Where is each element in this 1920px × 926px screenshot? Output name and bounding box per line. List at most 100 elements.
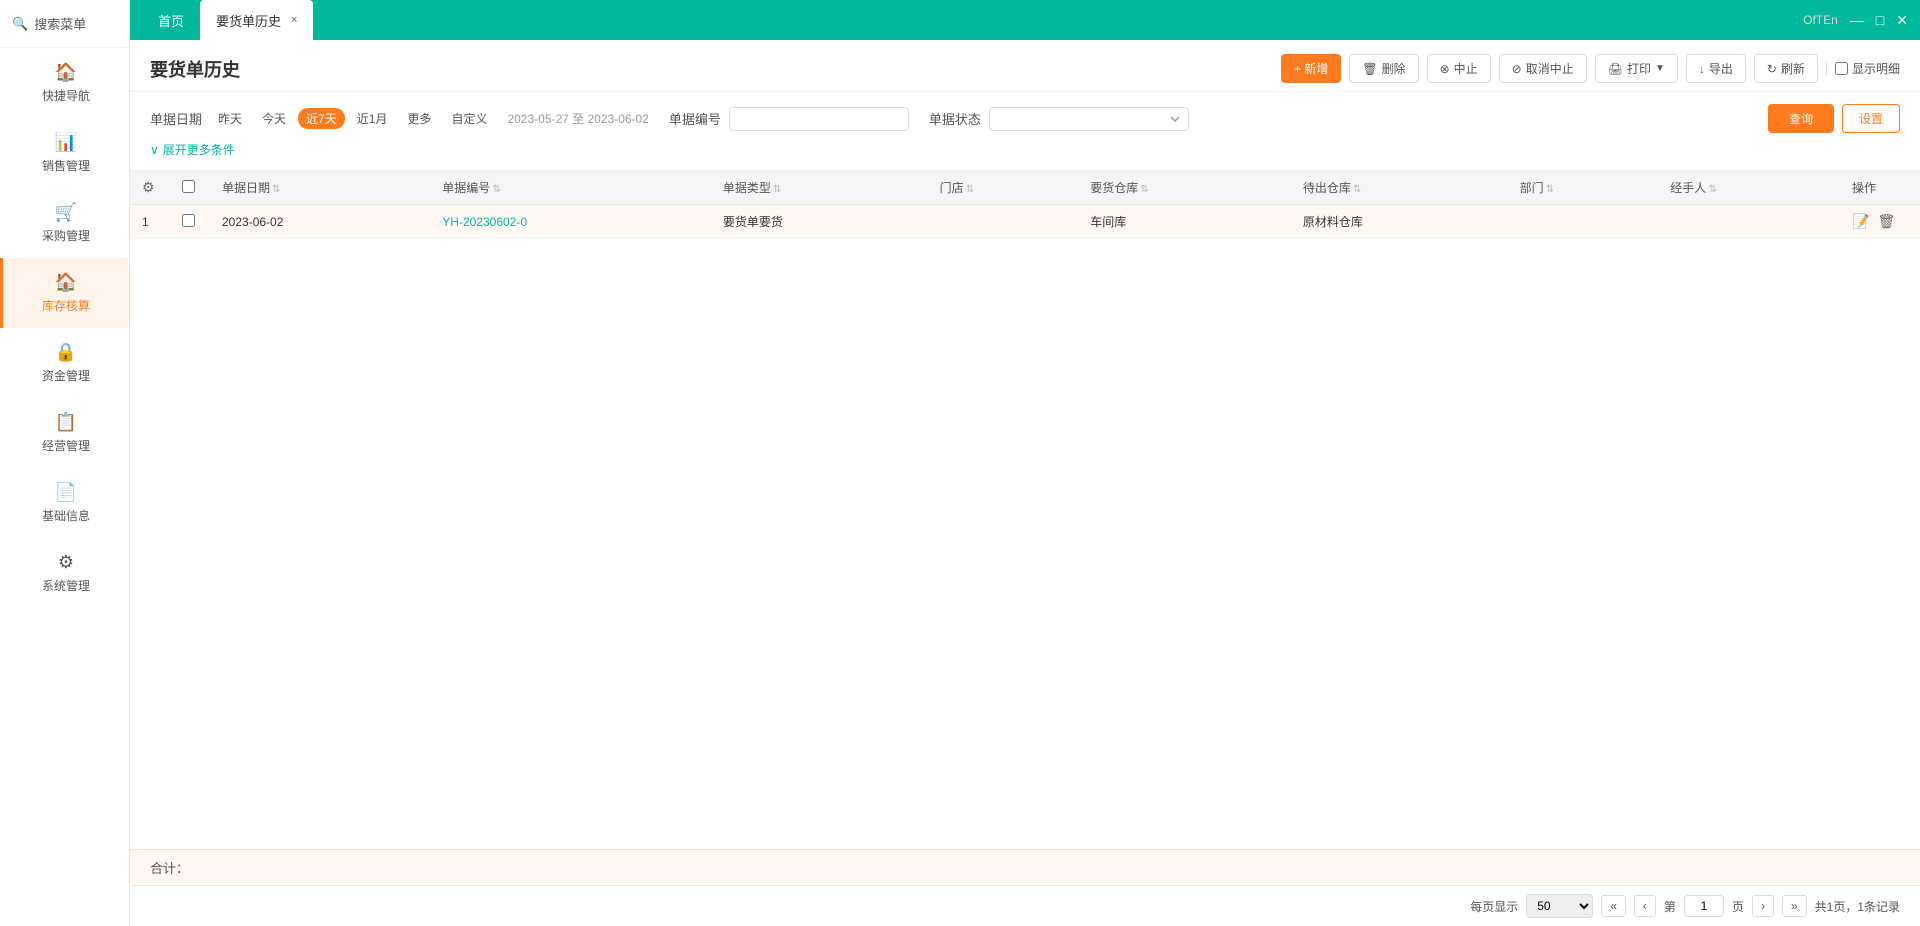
sidebar-item-sales[interactable]: 📊 销售管理 (0, 118, 129, 188)
filter-row-2: ∨ 展开更多条件 (150, 141, 1900, 158)
page-number-input[interactable] (1684, 895, 1724, 917)
sidebar-search-label: 搜索菜单 (34, 14, 86, 33)
sort-icon-bill-type: ⇅ (773, 184, 781, 195)
th-gear[interactable]: ⚙ (130, 171, 170, 205)
row-checkbox[interactable] (182, 214, 195, 227)
th-store[interactable]: 门店⇅ (928, 171, 1079, 205)
th-req-warehouse[interactable]: 要货仓库⇅ (1078, 171, 1291, 205)
filter-action-buttons: 查询 设置 (1768, 104, 1900, 133)
tab-home[interactable]: 首页 (142, 0, 200, 40)
print-button[interactable]: 🖨 打印 ▼ (1595, 54, 1678, 83)
new-button[interactable]: + 新增 (1281, 54, 1341, 83)
stop-icon: ⊗ (1440, 62, 1450, 76)
sidebar-item-basic-info[interactable]: 📄 基础信息 (0, 468, 129, 538)
sidebar-item-label: 销售管理 (42, 157, 90, 174)
main-content: 首页 要货单历史 × OfTEn — □ ✕ 要货单历史 + 新增 (130, 0, 1920, 926)
active-tab-label: 要货单历史 (216, 11, 281, 30)
cell-date: 2023-06-02 (210, 205, 430, 239)
row-edit-icon[interactable]: 📝 (1852, 213, 1869, 230)
status-select[interactable] (989, 107, 1189, 131)
last-page-btn[interactable]: » (1782, 895, 1807, 917)
window-close-btn[interactable]: ✕ (1896, 12, 1908, 29)
cell-store (928, 205, 1079, 239)
sidebar-item-system[interactable]: ⚙ 系统管理 (0, 538, 129, 608)
filter-row-1: 单据日期 昨天 今天 近7天 近1月 更多 自定义 2023-05-27 至 2… (150, 104, 1900, 133)
tab-close-icon[interactable]: × (291, 14, 297, 26)
sort-icon-bill-no: ⇅ (492, 184, 500, 195)
show-detail-checkbox-wrapper[interactable]: 显示明细 (1835, 60, 1900, 77)
th-pending-warehouse[interactable]: 待出仓库⇅ (1291, 171, 1508, 205)
print-icon: 🖨 (1608, 62, 1623, 76)
prev-page-btn[interactable]: ‹ (1634, 895, 1656, 917)
status-filter-item: 单据状态 (929, 107, 1189, 131)
sort-icon-req-warehouse: ⇅ (1140, 184, 1148, 195)
date-btn-today[interactable]: 今天 (254, 108, 294, 129)
sidebar-item-purchase[interactable]: 🛒 采购管理 (0, 188, 129, 258)
date-filter-buttons: 昨天 今天 近7天 近1月 更多 自定义 (210, 108, 495, 129)
finance-icon: 🔒 (55, 342, 77, 363)
sort-icon-pending-warehouse: ⇅ (1353, 184, 1361, 195)
stop-button[interactable]: ⊗ 中止 (1427, 54, 1491, 83)
refresh-icon: ↻ (1767, 62, 1777, 76)
tab-requisition-history[interactable]: 要货单历史 × (200, 0, 313, 40)
date-btn-1month[interactable]: 近1月 (349, 108, 396, 129)
page-header: 要货单历史 + 新增 🗑 删除 ⊗ 中止 ⊘ 取消中止 (130, 40, 1920, 92)
page-title: 要货单历史 (150, 56, 240, 82)
footer-total: 合计： (130, 849, 1920, 885)
sidebar-item-finance[interactable]: 🔒 资金管理 (0, 328, 129, 398)
bill-no-filter-item: 单据编号 (669, 107, 909, 131)
total-label: 合计： (150, 858, 189, 877)
show-detail-checkbox[interactable] (1835, 62, 1848, 75)
sidebar-item-label: 快捷导航 (42, 87, 90, 104)
bill-no-input[interactable] (729, 107, 909, 131)
cancel-stop-button[interactable]: ⊘ 取消中止 (1499, 54, 1587, 83)
th-bill-type[interactable]: 单据类型⇅ (711, 171, 928, 205)
date-btn-custom[interactable]: 自定义 (443, 108, 495, 129)
delete-button[interactable]: 🗑 删除 (1349, 54, 1418, 83)
expand-more-btn[interactable]: ∨ 展开更多条件 (150, 141, 235, 158)
window-maximize-btn[interactable]: □ (1876, 12, 1884, 28)
th-checkbox[interactable] (170, 171, 210, 205)
th-date[interactable]: 单据日期⇅ (210, 171, 430, 205)
date-btn-7days[interactable]: 近7天 (298, 108, 345, 129)
export-button[interactable]: ↓ 导出 (1686, 54, 1746, 83)
sidebar-item-quick-nav[interactable]: 🏠 快捷导航 (0, 48, 129, 118)
sidebar-item-inventory[interactable]: 🏠 库存核算 (0, 258, 129, 328)
cell-bill-no[interactable]: YH-20230602-0 (430, 205, 711, 239)
brand-label: OfTEn (1803, 13, 1838, 27)
query-button[interactable]: 查询 (1768, 104, 1834, 133)
row-delete-icon[interactable]: 🗑 (1877, 213, 1895, 230)
home-icon: 🏠 (55, 62, 77, 83)
th-department[interactable]: 部门⇅ (1508, 171, 1659, 205)
cancel-stop-icon: ⊘ (1512, 62, 1522, 76)
table-row: 1 2023-06-02 YH-20230602-0 要货单要货 车间库 原材料… (130, 205, 1920, 239)
sort-icon-handler: ⇅ (1708, 184, 1716, 195)
window-minimize-btn[interactable]: — (1850, 12, 1864, 28)
refresh-button[interactable]: ↻ 刷新 (1754, 54, 1818, 83)
per-page-select[interactable]: 50 100 (1526, 894, 1593, 918)
bill-no-link[interactable]: YH-20230602-0 (442, 215, 527, 229)
select-all-checkbox[interactable] (182, 180, 195, 193)
th-handler[interactable]: 经手人⇅ (1658, 171, 1840, 205)
sidebar-search[interactable]: 🔍 搜索菜单 (0, 0, 129, 48)
sidebar-item-operation[interactable]: 📋 经营管理 (0, 398, 129, 468)
inventory-icon: 🏠 (55, 272, 77, 293)
date-filter-label: 单据日期 (150, 109, 202, 128)
next-page-btn[interactable]: › (1752, 895, 1774, 917)
date-btn-more[interactable]: 更多 (399, 108, 439, 129)
pagination: 每页显示 50 100 « ‹ 第 页 › » 共1页，1条记录 (130, 885, 1920, 926)
sort-icon-date: ⇅ (272, 184, 280, 195)
settings-button[interactable]: 设置 (1842, 104, 1900, 133)
date-btn-yesterday[interactable]: 昨天 (210, 108, 250, 129)
status-label: 单据状态 (929, 109, 981, 128)
purchase-icon: 🛒 (55, 202, 77, 223)
cell-checkbox[interactable] (170, 205, 210, 239)
sidebar-item-label: 基础信息 (42, 507, 90, 524)
top-navbar: 首页 要货单历史 × OfTEn — □ ✕ (130, 0, 1920, 40)
sidebar-item-label: 库存核算 (42, 297, 90, 314)
first-page-btn[interactable]: « (1601, 895, 1626, 917)
th-bill-no[interactable]: 单据编号⇅ (430, 171, 711, 205)
bill-no-label: 单据编号 (669, 109, 721, 128)
settings-gear-icon[interactable]: ⚙ (142, 179, 155, 195)
cell-pending-warehouse: 原材料仓库 (1291, 205, 1508, 239)
